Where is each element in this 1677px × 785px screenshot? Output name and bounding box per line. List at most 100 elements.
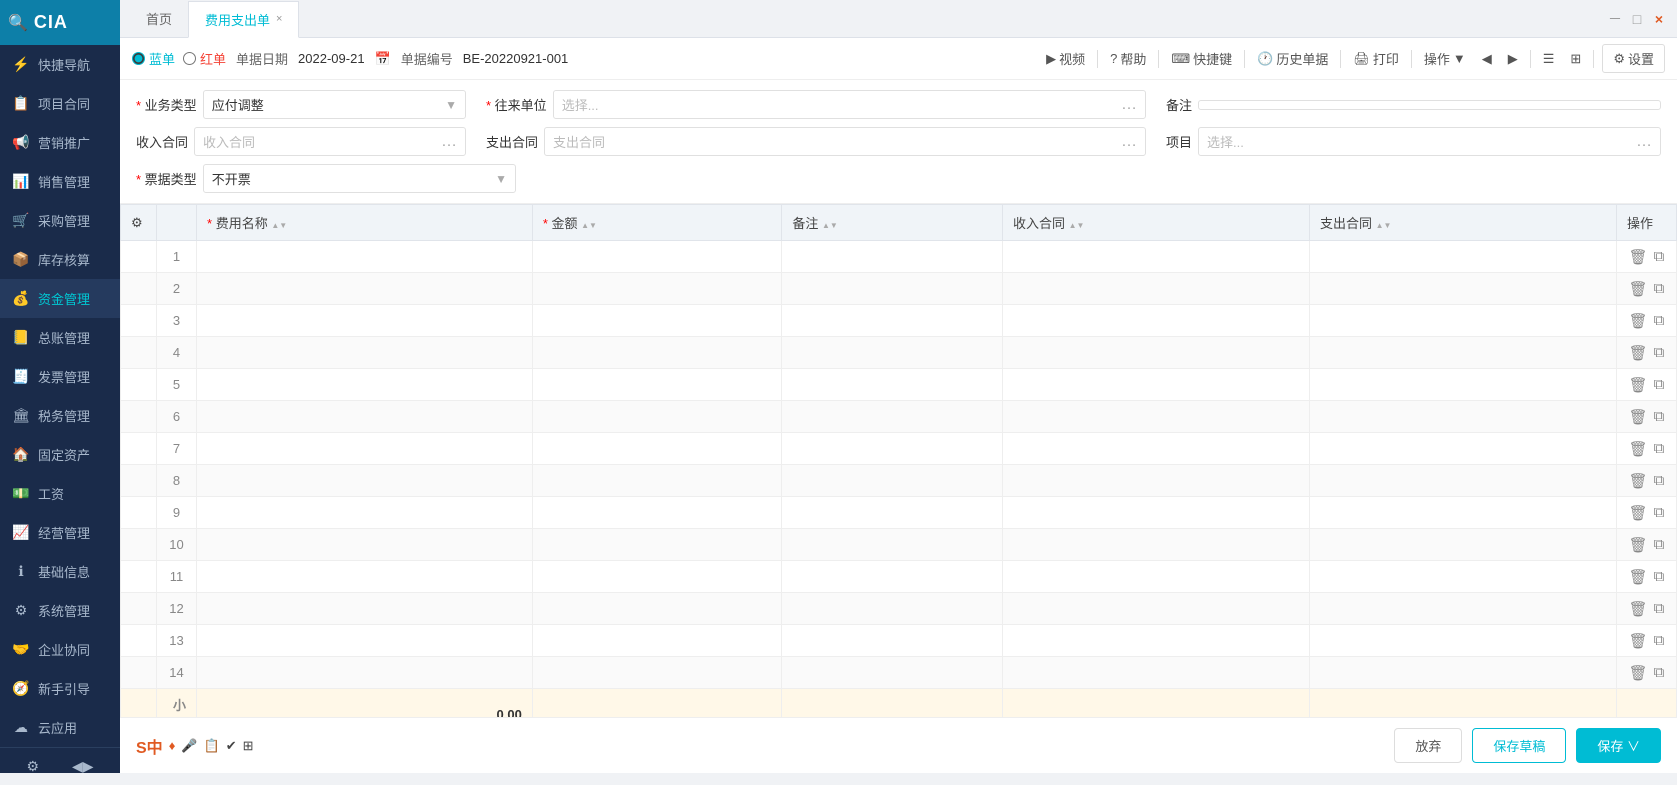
copy-row-button[interactable]: ⧉ <box>1654 472 1665 490</box>
row-amount[interactable] <box>532 561 782 593</box>
tab-close-icon[interactable]: × <box>276 13 282 25</box>
print-btn[interactable]: 🖨 打印 <box>1349 47 1403 70</box>
copy-row-button[interactable]: ⧉ <box>1654 600 1665 618</box>
row-income-contract[interactable] <box>1003 337 1310 369</box>
income-ellipsis-icon[interactable]: … <box>441 133 457 151</box>
row-income-contract[interactable] <box>1003 241 1310 273</box>
copy-row-button[interactable]: ⧉ <box>1654 664 1665 682</box>
row-note[interactable] <box>782 305 1003 337</box>
settings-col-header[interactable]: ⚙ <box>121 205 157 241</box>
row-expense-name[interactable] <box>197 241 533 273</box>
save-draft-button[interactable]: 保存草稿 <box>1472 728 1566 763</box>
sort-icon[interactable]: ▲▼ <box>271 221 287 230</box>
copy-row-button[interactable]: ⧉ <box>1654 280 1665 298</box>
sidebar-item-inventory[interactable]: 📦 库存核算 <box>0 240 120 279</box>
row-income-contract[interactable] <box>1003 625 1310 657</box>
row-expense-contract[interactable] <box>1309 369 1616 401</box>
maximize-button[interactable]: □ <box>1629 11 1645 27</box>
row-expense-name[interactable] <box>197 497 533 529</box>
project-ellipsis-icon[interactable]: … <box>1636 133 1652 151</box>
table-gear-icon[interactable]: ⚙ <box>131 215 143 230</box>
income-contract-header[interactable]: 收入合同 ▲▼ <box>1003 205 1310 241</box>
row-amount[interactable] <box>532 273 782 305</box>
sidebar-item-quick-nav[interactable]: ⚡ 快捷导航 <box>0 45 120 84</box>
copy-row-button[interactable]: ⧉ <box>1654 344 1665 362</box>
row-expense-name[interactable] <box>197 401 533 433</box>
sidebar-item-newbie[interactable]: 🧭 新手引导 <box>0 669 120 708</box>
row-amount[interactable] <box>532 337 782 369</box>
counterpart-input[interactable]: 选择... … <box>553 90 1146 119</box>
delete-row-button[interactable]: 🗑 <box>1629 504 1648 522</box>
sort-icon[interactable]: ▲▼ <box>822 221 838 230</box>
sidebar-item-basic-info[interactable]: ℹ 基础信息 <box>0 552 120 591</box>
sidebar-item-purchase[interactable]: 🛒 采购管理 <box>0 201 120 240</box>
sidebar-item-sales[interactable]: 📊 销售管理 <box>0 162 120 201</box>
note-header[interactable]: 备注 ▲▼ <box>782 205 1003 241</box>
row-expense-name[interactable] <box>197 593 533 625</box>
sidebar-item-marketing[interactable]: 📢 营销推广 <box>0 123 120 162</box>
sort-icon[interactable]: ▲▼ <box>1069 221 1085 230</box>
row-amount[interactable] <box>532 433 782 465</box>
row-amount[interactable] <box>532 657 782 689</box>
delete-row-button[interactable]: 🗑 <box>1629 632 1648 650</box>
delete-row-button[interactable]: 🗑 <box>1629 440 1648 458</box>
row-income-contract[interactable] <box>1003 561 1310 593</box>
row-amount[interactable] <box>532 369 782 401</box>
row-note[interactable] <box>782 273 1003 305</box>
row-expense-contract[interactable] <box>1309 593 1616 625</box>
copy-row-button[interactable]: ⧉ <box>1654 248 1665 266</box>
business-type-input[interactable]: 应付调整 ▼ <box>203 90 466 119</box>
list-view-btn[interactable]: ☰ <box>1539 49 1559 69</box>
row-expense-name[interactable] <box>197 561 533 593</box>
copy-row-button[interactable]: ⧉ <box>1654 440 1665 458</box>
row-income-contract[interactable] <box>1003 369 1310 401</box>
row-amount[interactable] <box>532 593 782 625</box>
delete-row-button[interactable]: 🗑 <box>1629 472 1648 490</box>
remark-input[interactable] <box>1198 100 1661 110</box>
next-btn[interactable]: ▶ <box>1504 49 1522 69</box>
row-expense-name[interactable] <box>197 433 533 465</box>
amount-header[interactable]: * 金额 ▲▼ <box>532 205 782 241</box>
delete-row-button[interactable]: 🗑 <box>1629 568 1648 586</box>
delete-row-button[interactable]: 🗑 <box>1629 312 1648 330</box>
settings-footer-icon[interactable]: ⚙ <box>26 758 39 775</box>
row-expense-name[interactable] <box>197 529 533 561</box>
row-income-contract[interactable] <box>1003 529 1310 561</box>
delete-row-button[interactable]: 🗑 <box>1629 280 1648 298</box>
operation-btn[interactable]: 操作 ▼ <box>1420 47 1470 70</box>
close-button[interactable]: × <box>1651 11 1667 27</box>
row-expense-contract[interactable] <box>1309 561 1616 593</box>
row-expense-name[interactable] <box>197 465 533 497</box>
sidebar-item-enterprise[interactable]: 🤝 企业协同 <box>0 630 120 669</box>
row-note[interactable] <box>782 625 1003 657</box>
row-note[interactable] <box>782 241 1003 273</box>
copy-row-button[interactable]: ⧉ <box>1654 408 1665 426</box>
sidebar-item-system[interactable]: ⚙ 系统管理 <box>0 591 120 630</box>
settings-button[interactable]: ⚙ 设置 <box>1602 44 1665 73</box>
row-expense-contract[interactable] <box>1309 625 1616 657</box>
row-note[interactable] <box>782 593 1003 625</box>
sidebar-item-cloud[interactable]: ☁ 云应用 <box>0 708 120 747</box>
delete-row-button[interactable]: 🗑 <box>1629 344 1648 362</box>
invoice-type-input[interactable]: 不开票 ▼ <box>203 164 516 193</box>
row-note[interactable] <box>782 401 1003 433</box>
row-income-contract[interactable] <box>1003 273 1310 305</box>
sidebar-item-payroll[interactable]: 💵 工资 <box>0 474 120 513</box>
delete-row-button[interactable]: 🗑 <box>1629 408 1648 426</box>
row-income-contract[interactable] <box>1003 657 1310 689</box>
row-expense-name[interactable] <box>197 625 533 657</box>
row-amount[interactable] <box>532 497 782 529</box>
row-note[interactable] <box>782 497 1003 529</box>
delete-row-button[interactable]: 🗑 <box>1629 536 1648 554</box>
sidebar-item-ledger[interactable]: 📒 总账管理 <box>0 318 120 357</box>
shortcut-btn[interactable]: ⌨ 快捷键 <box>1167 47 1236 70</box>
row-expense-name[interactable] <box>197 657 533 689</box>
row-note[interactable] <box>782 337 1003 369</box>
copy-row-button[interactable]: ⧉ <box>1654 504 1665 522</box>
sidebar-item-project-contract[interactable]: 📋 项目合同 <box>0 84 120 123</box>
delete-row-button[interactable]: 🗑 <box>1629 248 1648 266</box>
row-amount[interactable] <box>532 465 782 497</box>
row-expense-name[interactable] <box>197 369 533 401</box>
row-expense-contract[interactable] <box>1309 529 1616 561</box>
expense-name-header[interactable]: * 费用名称 ▲▼ <box>197 205 533 241</box>
